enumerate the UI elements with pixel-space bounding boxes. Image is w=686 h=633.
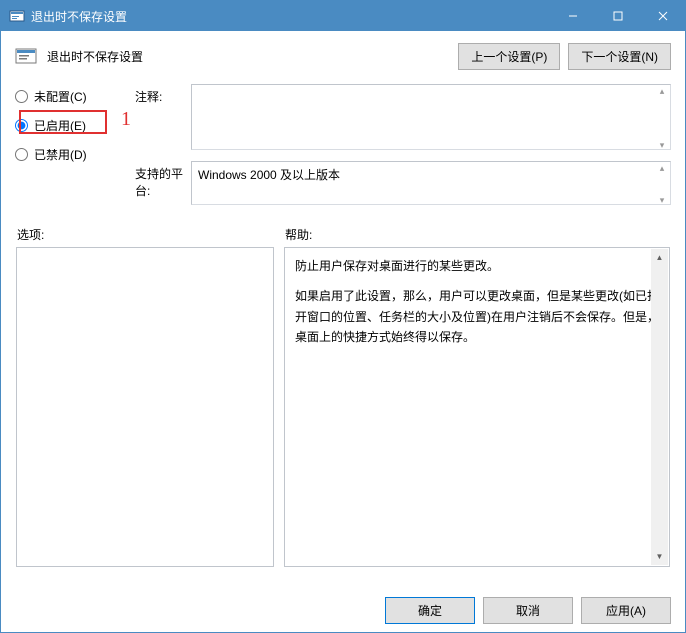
apply-button[interactable]: 应用(A) [581,597,671,624]
platform-label: 支持的平台: [135,161,191,208]
minimize-button[interactable] [550,1,595,31]
scrollbar[interactable]: ▲ ▼ [651,249,668,565]
app-icon [9,8,25,24]
scroll-down-icon: ▼ [651,548,668,565]
radio-disabled-input[interactable] [15,148,28,161]
scroll-up-icon: ▴ [660,86,665,97]
policy-icon [15,47,39,67]
help-paragraph: 如果启用了此设置，那么，用户可以更改桌面，但是某些更改(如已打开窗口的位置、任务… [295,286,659,347]
options-label: 选项: [15,226,285,243]
radio-disabled[interactable]: 已禁用(D) [15,146,135,163]
close-button[interactable] [640,1,685,31]
maximize-button[interactable] [595,1,640,31]
dialog-footer: 确定 取消 应用(A) [1,588,685,632]
radio-not-configured[interactable]: 未配置(C) [15,88,135,105]
prev-setting-button[interactable]: 上一个设置(P) [458,43,560,70]
titlebar-text: 退出时不保存设置 [31,8,550,25]
titlebar[interactable]: 退出时不保存设置 [1,1,685,31]
annotation-number: 1 [121,108,131,131]
scroll-up-icon: ▲ [651,249,668,266]
help-panel: 防止用户保存对桌面进行的某些更改。 如果启用了此设置，那么，用户可以更改桌面，但… [284,247,670,567]
comment-textarea[interactable] [191,84,671,150]
page-title: 退出时不保存设置 [47,48,458,65]
cancel-button[interactable]: 取消 [483,597,573,624]
dialog-window: 退出时不保存设置 退出时不保存设置 上一个设置(P) 下一个设置(N) 未配置(… [0,0,686,633]
ok-button[interactable]: 确定 [385,597,475,624]
scroll-down-icon: ▾ [660,140,665,151]
help-label: 帮助: [285,226,312,243]
scrollbar[interactable]: ▴▾ [655,86,669,151]
radio-enabled-input[interactable] [15,119,28,132]
radio-enabled[interactable]: 已启用(E) [15,117,135,134]
comment-label: 注释: [135,84,191,153]
help-paragraph: 防止用户保存对桌面进行的某些更改。 [295,256,659,276]
next-setting-button[interactable]: 下一个设置(N) [568,43,671,70]
platform-textarea [191,161,671,205]
state-radio-group: 未配置(C) 已启用(E) 已禁用(D) 1 [15,84,135,216]
options-panel [16,247,274,567]
scroll-down-icon: ▾ [660,195,665,206]
scrollbar[interactable]: ▴▾ [655,163,669,206]
radio-not-configured-input[interactable] [15,90,28,103]
scroll-up-icon: ▴ [660,163,665,174]
